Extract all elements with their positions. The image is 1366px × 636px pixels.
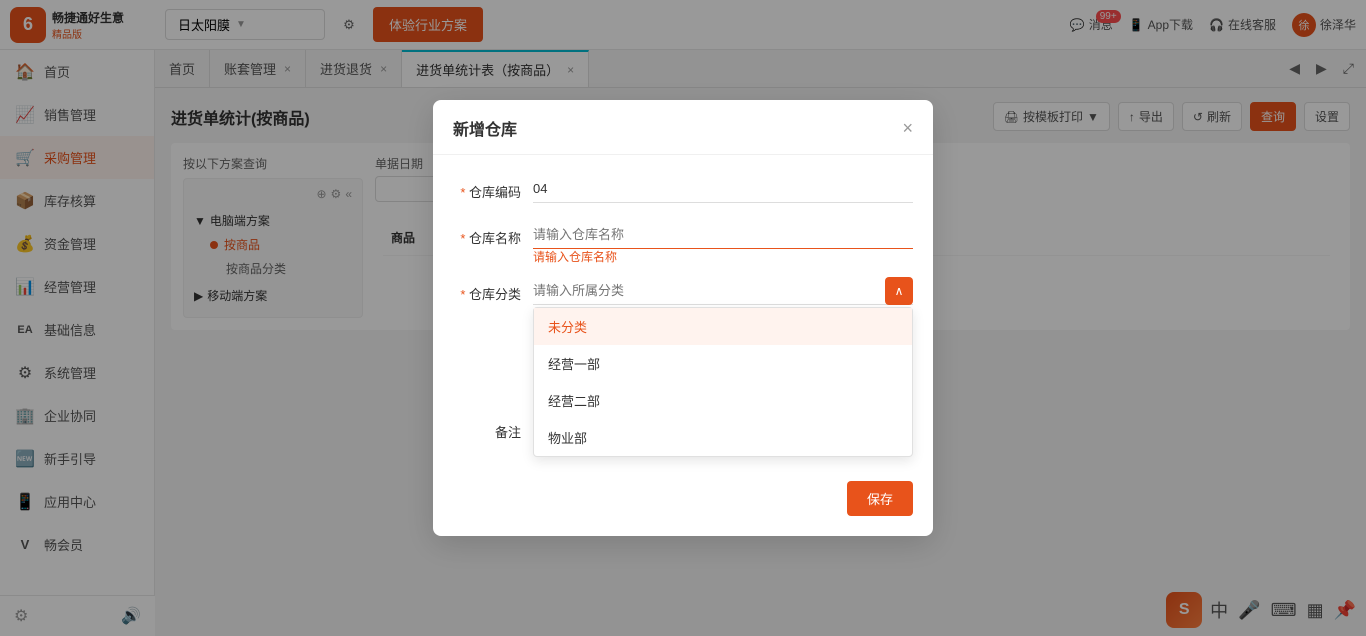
category-dropdown-arrow[interactable]: ∧ — [885, 277, 913, 305]
dropdown-item-dept2[interactable]: 经营二部 — [534, 382, 912, 419]
modal-body: 仓库编码 仓库名称 请输入仓库名称 仓库分类 ∧ 未分类 经营一部 — [433, 155, 933, 471]
modal-title: 新增仓库 — [453, 116, 517, 140]
form-label-code: 仓库编码 — [453, 175, 533, 201]
warehouse-category-input[interactable] — [533, 277, 913, 305]
dropdown-item-dept1[interactable]: 经营一部 — [534, 345, 912, 382]
category-dropdown-list: 未分类 经营一部 经营二部 物业部 — [533, 307, 913, 457]
modal-header: 新增仓库 × — [433, 100, 933, 155]
dropdown-item-property[interactable]: 物业部 — [534, 419, 912, 456]
form-row-code: 仓库编码 — [453, 175, 913, 203]
modal-save-button[interactable]: 保存 — [847, 481, 913, 516]
warehouse-code-input[interactable] — [533, 175, 913, 203]
modal-overlay: 新增仓库 × 仓库编码 仓库名称 请输入仓库名称 仓库分类 ∧ — [0, 0, 1366, 636]
form-row-category: 仓库分类 ∧ 未分类 经营一部 经营二部 物业部 — [453, 277, 913, 305]
warehouse-name-input[interactable] — [533, 221, 913, 249]
dropdown-item-unclassified[interactable]: 未分类 — [534, 308, 912, 345]
form-row-name: 仓库名称 请输入仓库名称 — [453, 221, 913, 249]
modal-close-button[interactable]: × — [902, 119, 913, 137]
warehouse-name-error: 请输入仓库名称 — [533, 248, 617, 265]
form-label-name: 仓库名称 — [453, 221, 533, 247]
modal-footer: 保存 — [433, 471, 933, 536]
add-warehouse-modal: 新增仓库 × 仓库编码 仓库名称 请输入仓库名称 仓库分类 ∧ — [433, 100, 933, 536]
form-select-wrap-category: ∧ — [533, 277, 913, 305]
form-label-remark: 备注 — [453, 415, 533, 441]
form-label-category: 仓库分类 — [453, 277, 533, 303]
